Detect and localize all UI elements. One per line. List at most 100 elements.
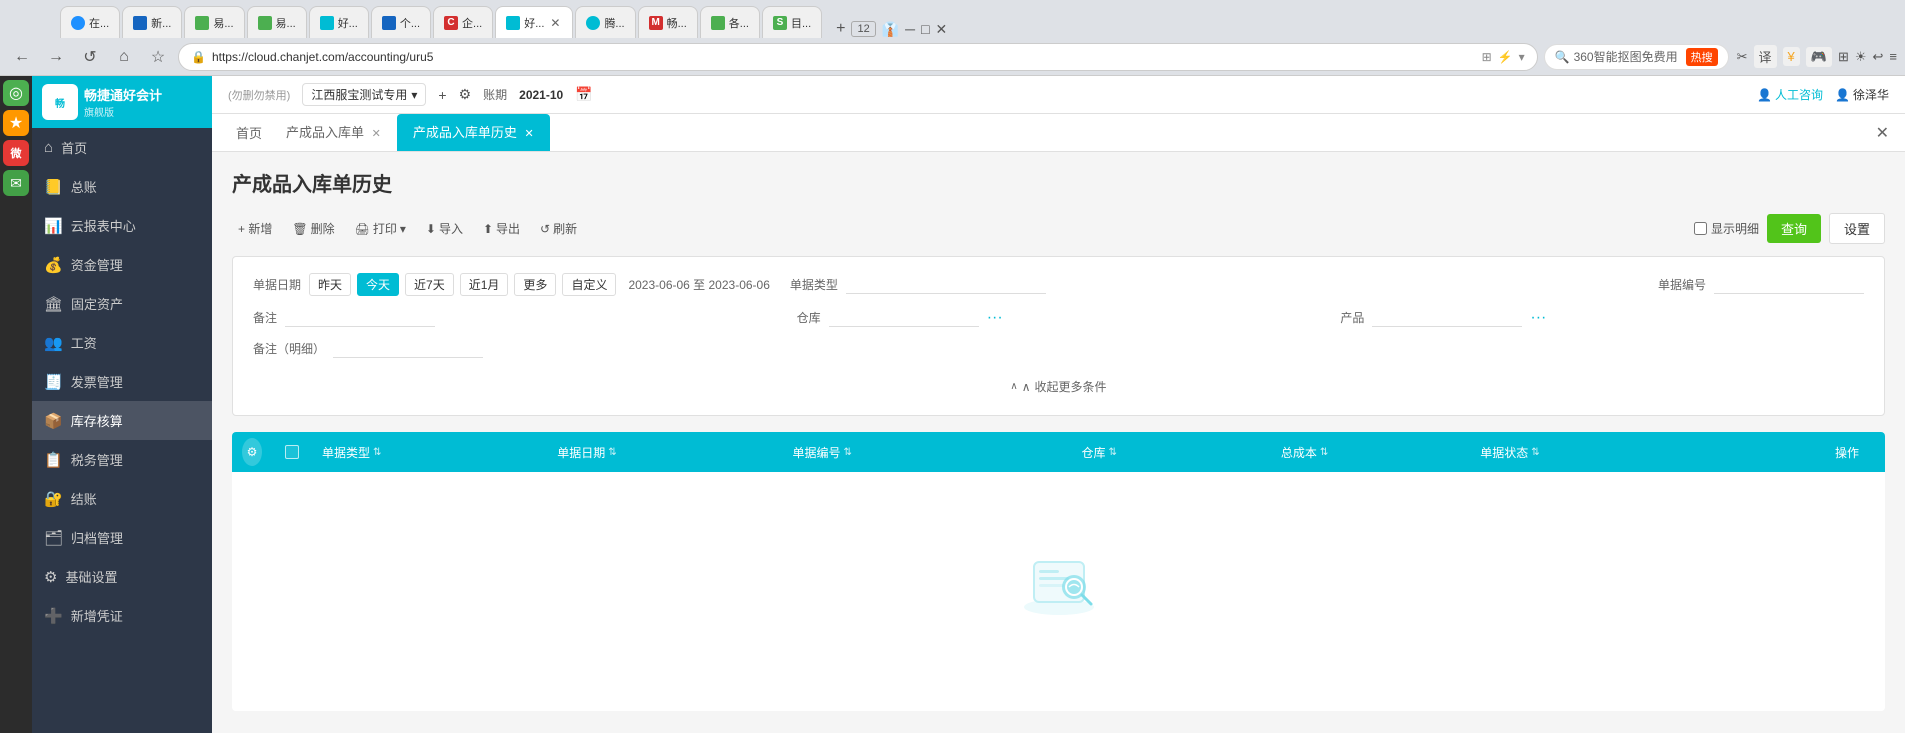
refresh-browser-button[interactable]: ↺ [76, 43, 104, 71]
th-check[interactable] [272, 445, 312, 459]
date-btn-7days[interactable]: 近7天 [405, 273, 454, 296]
sidebar-item-settings[interactable]: ⚙ 基础设置 [32, 557, 212, 596]
user-avatar-icon: 👤 [1835, 88, 1850, 102]
note-filter-input[interactable] [285, 308, 435, 327]
tab-count-badge[interactable]: 12 [851, 21, 875, 37]
add-account-button[interactable]: + [438, 87, 446, 103]
add-button[interactable]: + 新增 [232, 216, 278, 241]
warehouse-filter-input[interactable] [829, 308, 979, 327]
sidebar-item-tax[interactable]: 📋 税务管理 [32, 440, 212, 479]
date-btn-1month[interactable]: 近1月 [460, 273, 509, 296]
app-icon-360[interactable]: ◎ [3, 80, 29, 106]
sidebar-item-reports[interactable]: 📊 云报表中心 [32, 206, 212, 245]
app-icon-star[interactable]: ★ [3, 110, 29, 136]
th-number[interactable]: 单据编号 ⇅ [782, 444, 1071, 461]
select-all-checkbox[interactable] [285, 445, 299, 459]
minimize-button[interactable]: ─ [905, 21, 915, 37]
forward-button[interactable]: → [42, 43, 70, 71]
th-status[interactable]: 单据状态 ⇅ [1470, 444, 1705, 461]
tab-11[interactable]: 各... [700, 6, 760, 38]
close-button[interactable]: ✕ [936, 21, 948, 38]
account-selector[interactable]: 江西服宝测试专用 ▾ [302, 83, 426, 106]
sidebar-item-ledger[interactable]: 📒 总账 [32, 167, 212, 206]
tab-3[interactable]: 易... [184, 6, 244, 38]
sidebar-item-funds[interactable]: 💰 资金管理 [32, 245, 212, 284]
sidebar-item-home[interactable]: ⌂ 首页 [32, 128, 212, 167]
date-btn-more[interactable]: 更多 [514, 273, 556, 296]
print-button[interactable]: 🖨 打印 ▾ [349, 216, 412, 241]
tab-5[interactable]: 好... [309, 6, 369, 38]
back-button[interactable]: ← [8, 43, 36, 71]
sidebar-item-payroll[interactable]: 👥 工资 [32, 323, 212, 362]
tab-voucher-history-close[interactable]: ✕ [525, 128, 534, 140]
tab-voucher-list-close[interactable]: ✕ [372, 128, 381, 140]
export-button[interactable]: ⬆ 导出 [477, 216, 526, 241]
number-filter-input[interactable] [1714, 275, 1864, 294]
home-browser-button[interactable]: ⌂ [110, 43, 138, 71]
calendar-icon[interactable]: 📅 [575, 86, 592, 103]
tab-voucher-history[interactable]: 产成品入库单历史 ✕ [397, 114, 550, 151]
chevron-down-icon[interactable]: ▾ [1519, 50, 1525, 64]
grid-browser-icon[interactable]: ⊞ [1838, 49, 1849, 65]
tab-voucher-list[interactable]: 产成品入库单 ✕ [270, 114, 397, 151]
sidebar-item-close[interactable]: 🔐 结账 [32, 479, 212, 518]
tab-12[interactable]: S 目... [762, 6, 822, 38]
tab-10[interactable]: M 畅... [638, 6, 698, 38]
app-icon-weibo[interactable]: 微 [3, 140, 29, 166]
service-button[interactable]: 👤 人工咨询 [1757, 86, 1823, 103]
url-box[interactable]: 🔒 https://cloud.chanjet.com/accounting/u… [178, 43, 1538, 71]
sidebar-item-new-voucher[interactable]: ➕ 新增凭证 [32, 596, 212, 635]
tab-close-8[interactable]: ✕ [548, 16, 562, 30]
warehouse-picker-button[interactable]: ··· [987, 309, 1003, 327]
brightness-icon[interactable]: ☀ [1855, 49, 1867, 65]
refresh-button[interactable]: ↺ 刷新 [534, 216, 583, 241]
th-settings[interactable]: ⚙ [232, 438, 272, 466]
breadcrumb-home[interactable]: 首页 [228, 115, 270, 150]
type-filter-select[interactable] [846, 275, 1046, 294]
table-settings-icon[interactable]: ⚙ [242, 438, 262, 466]
more-icon[interactable]: ≡ [1889, 49, 1897, 64]
import-button[interactable]: ⬇ 导入 [420, 216, 469, 241]
scissors-icon[interactable]: ✂ [1737, 49, 1748, 65]
app-icon-mail[interactable]: ✉ [3, 170, 29, 196]
sidebar-item-invoice[interactable]: 🧾 发票管理 [32, 362, 212, 401]
user-profile[interactable]: 👤 徐泽华 [1835, 86, 1889, 103]
date-btn-today[interactable]: 今天 [357, 273, 399, 296]
date-btn-custom[interactable]: 自定义 [562, 273, 616, 296]
settings-button[interactable]: 设置 [1829, 213, 1885, 244]
new-tab-button[interactable]: + [836, 20, 845, 38]
show-cols-toggle[interactable]: 显示明细 [1694, 220, 1759, 237]
th-warehouse[interactable]: 仓库 ⇅ [1072, 444, 1271, 461]
date-btn-yesterday[interactable]: 昨天 [309, 273, 351, 296]
undo-icon[interactable]: ↩ [1873, 49, 1884, 65]
sidebar-item-archive[interactable]: 🗂 归档管理 [32, 518, 212, 557]
delete-button[interactable]: 🗑 删除 [286, 216, 340, 241]
page-close-button[interactable]: ✕ [1876, 123, 1889, 143]
product-picker-button[interactable]: ··· [1530, 309, 1546, 327]
game-icon[interactable]: 🎮 [1806, 47, 1832, 67]
sidebar-item-assets[interactable]: 🏛 固定资产 [32, 284, 212, 323]
window-customize-icon[interactable]: 👔 [882, 21, 899, 38]
query-button[interactable]: 查询 [1767, 214, 1821, 243]
th-cost[interactable]: 总成本 ⇅ [1271, 444, 1470, 461]
account-settings-button[interactable]: ⚙ [459, 86, 472, 103]
yuan-icon[interactable]: ¥ [1783, 47, 1800, 66]
th-type[interactable]: 单据类型 ⇅ [312, 444, 547, 461]
bookmark-button[interactable]: ☆ [144, 43, 172, 71]
tab-9[interactable]: 腾... [575, 6, 635, 38]
tab-2[interactable]: 新... [122, 6, 182, 38]
search-bar[interactable]: 🔍 360智能抠图免费用 热搜 [1544, 44, 1729, 70]
collapse-button[interactable]: ∧ 收起更多条件 [998, 374, 1118, 399]
note-detail-filter-input[interactable] [333, 339, 483, 358]
tab-1[interactable]: 在... [60, 6, 120, 38]
show-cols-checkbox[interactable] [1694, 222, 1707, 235]
sidebar-item-inventory[interactable]: 📦 库存核算 [32, 401, 212, 440]
tab-6[interactable]: 个... [371, 6, 431, 38]
translate-icon[interactable]: 译 [1754, 45, 1777, 68]
maximize-button[interactable]: □ [921, 21, 929, 37]
tab-7[interactable]: C 企... [433, 6, 493, 38]
tab-4[interactable]: 易... [247, 6, 307, 38]
product-filter-input[interactable] [1372, 308, 1522, 327]
th-date[interactable]: 单据日期 ⇅ [547, 444, 782, 461]
tab-8[interactable]: 好... ✕ [495, 6, 573, 38]
